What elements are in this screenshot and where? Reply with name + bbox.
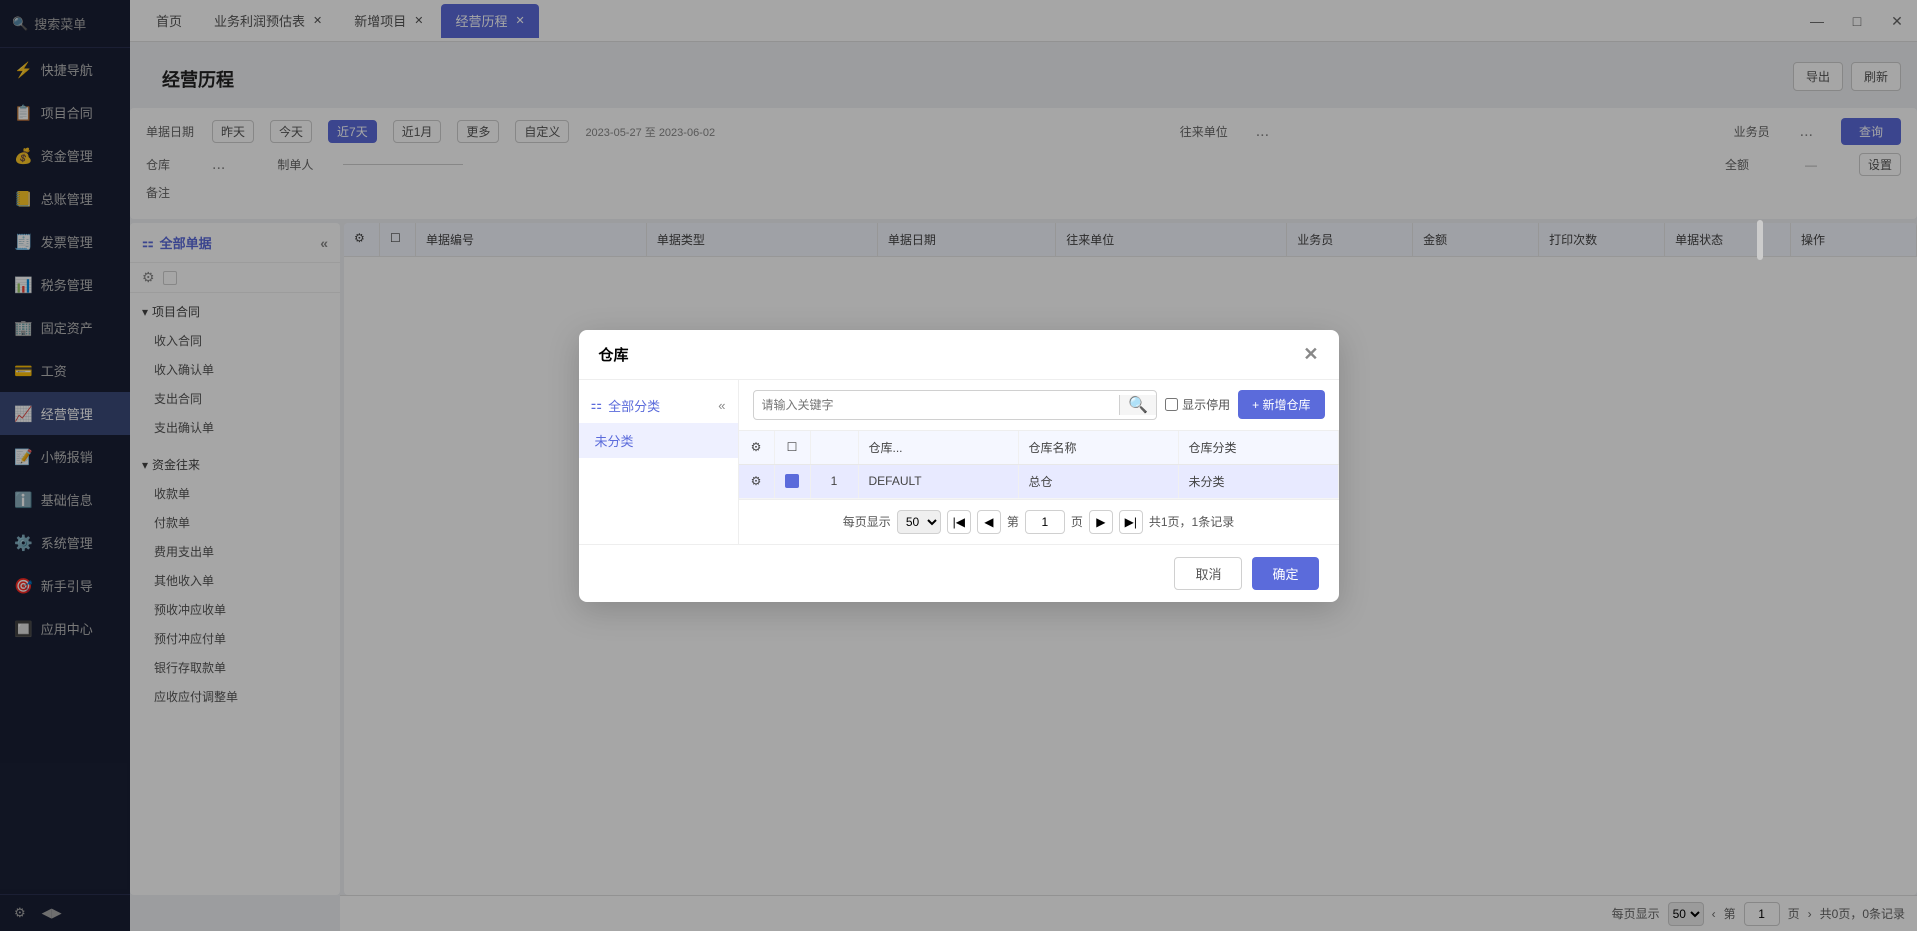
modal-left-panel: ⚏ 全部分类 « 未分类 xyxy=(579,380,739,544)
modal-actions: 取消 确定 xyxy=(579,544,1339,602)
row-gear[interactable]: ⚙ xyxy=(739,465,775,498)
pagination-last[interactable]: ▶| xyxy=(1119,510,1143,534)
modal-table-header: ⚙ ☐ 仓库... 仓库名称 仓库分类 xyxy=(739,431,1339,465)
modal-close-button[interactable]: ✕ xyxy=(1303,344,1318,365)
modal-page-input[interactable] xyxy=(1025,510,1065,534)
show-disabled-text: 显示停用 xyxy=(1182,396,1230,413)
modal-header: 仓库 ✕ xyxy=(579,330,1339,380)
table-row[interactable]: ⚙ 1 DEFAULT 总仓 xyxy=(739,465,1339,499)
modal-right-panel: 🔍 显示停用 + 新增仓库 ⚙ ☐ 仓库... xyxy=(739,380,1339,544)
modal-left-header-label: 全部分类 xyxy=(608,396,660,415)
modal-col-gear[interactable]: ⚙ xyxy=(739,431,775,464)
row-name: 总仓 xyxy=(1019,465,1179,498)
modal-left-item-uncategorized[interactable]: 未分类 xyxy=(579,423,738,458)
modal-col-category: 仓库分类 xyxy=(1179,431,1339,464)
modal-body: ⚏ 全部分类 « 未分类 xyxy=(579,380,1339,544)
modal-left-scroll: 未分类 xyxy=(579,423,738,536)
confirm-button[interactable]: 确定 xyxy=(1252,557,1318,590)
show-disabled-checkbox[interactable] xyxy=(1165,398,1178,411)
search-icon: 🔍 xyxy=(1128,395,1148,415)
row-category: 未分类 xyxy=(1179,465,1339,498)
modal-per-page-label: 每页显示 xyxy=(843,513,891,530)
pagination-next[interactable]: ▶ xyxy=(1089,510,1113,534)
modal-search-button[interactable]: 🔍 xyxy=(1119,395,1156,415)
modal-table: ⚙ ☐ 仓库... 仓库名称 仓库分类 ⚙ 1 xyxy=(739,431,1339,499)
modal-search-input[interactable] xyxy=(754,398,1120,412)
modal-toolbar: 🔍 显示停用 + 新增仓库 xyxy=(739,380,1339,431)
row-num: 1 xyxy=(811,465,859,498)
modal-left-header[interactable]: ⚏ 全部分类 « xyxy=(579,388,738,423)
modal-pagination: 每页显示 50 |◀ ◀ 第 页 ▶ ▶| 共1页，1条记录 xyxy=(739,499,1339,544)
add-warehouse-button[interactable]: + 新增仓库 xyxy=(1238,390,1324,419)
modal-per-page-select[interactable]: 50 xyxy=(897,510,941,534)
show-disabled-label[interactable]: 显示停用 xyxy=(1165,396,1230,413)
cancel-button[interactable]: 取消 xyxy=(1174,557,1242,590)
row-code: DEFAULT xyxy=(859,465,1019,498)
pagination-page-word: 第 xyxy=(1007,513,1019,530)
modal-overlay: 仓库 ✕ ⚏ 全部分类 « 未分类 xyxy=(0,0,1917,931)
pagination-prev[interactable]: ◀ xyxy=(977,510,1001,534)
modal-col-code: 仓库... xyxy=(859,431,1019,464)
modal-total-info: 共1页，1条记录 xyxy=(1149,513,1234,530)
pagination-first[interactable]: |◀ xyxy=(947,510,971,534)
modal-search-box[interactable]: 🔍 xyxy=(753,390,1158,420)
collapse-left-icon[interactable]: « xyxy=(718,398,725,413)
warehouse-modal: 仓库 ✕ ⚏ 全部分类 « 未分类 xyxy=(579,330,1339,602)
pagination-page-suffix2: 页 xyxy=(1071,513,1083,530)
grid-icon: ⚏ xyxy=(591,397,603,413)
modal-col-name: 仓库名称 xyxy=(1019,431,1179,464)
modal-title: 仓库 xyxy=(599,344,629,365)
row-check[interactable] xyxy=(775,465,811,498)
modal-col-check[interactable]: ☐ xyxy=(775,431,811,464)
modal-col-num xyxy=(811,431,859,464)
